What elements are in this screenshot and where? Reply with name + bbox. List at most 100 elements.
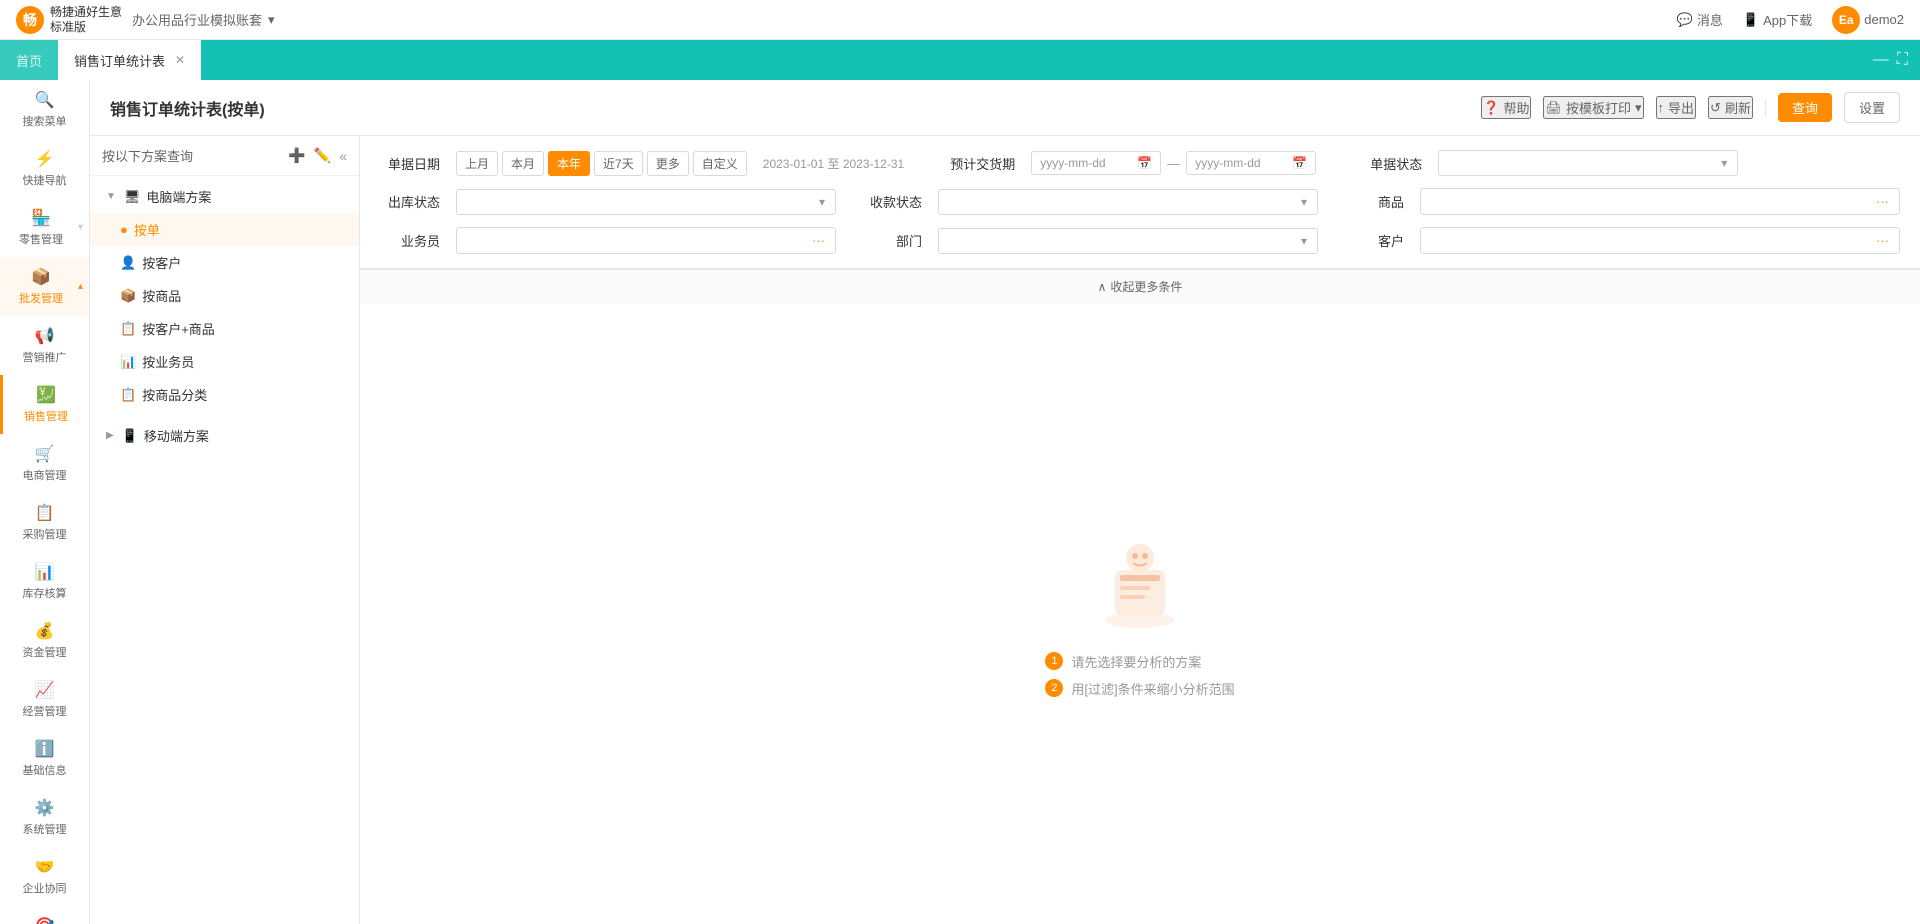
message-button[interactable]: 💬 消息 — [1677, 10, 1723, 29]
payment-status-label: 收款状态 — [862, 192, 922, 211]
department-label: 部门 — [862, 231, 922, 250]
refresh-button[interactable]: ↺ 刷新 — [1708, 96, 1753, 119]
refresh-icon: ↺ — [1710, 100, 1721, 116]
finance-icon: 💰 — [35, 621, 55, 641]
edit-scheme-button[interactable]: ✏️ — [314, 147, 331, 164]
product-label: 商品 — [1344, 192, 1404, 211]
sidebar-item-guide[interactable]: 🎯 新手引导 — [0, 906, 89, 924]
sidebar: 🔍 搜索菜单 ⚡ 快捷导航 🏪 零售管理 ▾ 📦 批发管理 ▴ 📢 营销推广 — [0, 80, 90, 924]
sidebar-item-cooperation[interactable]: 🤝 企业协同 — [0, 847, 89, 906]
sidebar-item-search-menu[interactable]: 🔍 搜索菜单 — [0, 80, 89, 139]
tree-node-by-customer[interactable]: 👤 按客户 — [90, 246, 359, 279]
user-area[interactable]: Ea demo2 — [1832, 6, 1904, 34]
tree-toggle-icon: ▼ — [106, 191, 116, 202]
sidebar-item-finance[interactable]: 💰 资金管理 — [0, 611, 89, 670]
tab-bar-actions: — ⛶ — [1873, 51, 1920, 69]
export-button[interactable]: ↑ 导出 — [1656, 96, 1697, 119]
collapse-bar[interactable]: ∧ 收起更多条件 — [360, 269, 1920, 303]
sidebar-item-system[interactable]: ⚙️ 系统管理 — [0, 788, 89, 847]
guide-icon: 🎯 — [35, 916, 55, 924]
logo-text: 畅捷通好生意 标准版 — [50, 5, 122, 34]
template-print-button[interactable]: 🖨 按模板打印 ▾ — [1543, 96, 1643, 119]
add-scheme-button[interactable]: ➕ — [288, 147, 305, 164]
sidebar-item-marketing[interactable]: 📢 营销推广 — [0, 316, 89, 375]
quick-nav-icon: ⚡ — [35, 149, 55, 169]
desktop-schemes-section: ▼ 🖥 电脑端方案 ● 按单 👤 按客户 📦 按商品 — [90, 176, 359, 415]
department-select[interactable]: ▾ — [938, 228, 1318, 254]
date-end-input[interactable]: yyyy-mm-dd 📅 — [1186, 151, 1316, 175]
salesperson-input[interactable]: ··· — [456, 227, 836, 254]
tree-node-by-product-category[interactable]: 📋 按商品分类 — [90, 378, 359, 411]
last-month-btn[interactable]: 上月 — [456, 151, 498, 176]
help-button[interactable]: ❓ 帮助 — [1481, 96, 1531, 119]
status-select[interactable]: ▾ — [1438, 150, 1738, 176]
query-button[interactable]: 查询 — [1778, 93, 1832, 122]
sidebar-item-operation[interactable]: 📈 经营管理 — [0, 670, 89, 729]
collapse-panel-button[interactable]: « — [339, 148, 347, 164]
tree-mobile-toggle-icon: ▶ — [106, 430, 114, 441]
message-icon: 💬 — [1677, 12, 1693, 28]
delivery-status-select[interactable]: ▾ — [456, 189, 836, 215]
this-year-btn[interactable]: 本年 — [548, 151, 590, 176]
delivery-status-label: 出库状态 — [380, 192, 440, 211]
tree-node-by-salesperson[interactable]: 📊 按业务员 — [90, 345, 359, 378]
product-input[interactable]: ··· — [1420, 188, 1900, 215]
empty-state: 1 请先选择要分析的方案 2 用[过滤]条件来缩小分析范围 — [360, 303, 1920, 924]
tree-node-by-product[interactable]: 📦 按商品 — [90, 279, 359, 312]
divider — [1765, 100, 1766, 116]
last-7-days-btn[interactable]: 近7天 — [594, 151, 643, 176]
app-download-button[interactable]: 📱 App下载 — [1743, 10, 1812, 29]
right-area: 单据日期 上月 本月 本年 近7天 更多 自定义 2023-01-01 至 20… — [360, 136, 1920, 924]
logo-area: 畅 畅捷通好生意 标准版 — [16, 5, 122, 34]
page-header: 销售订单统计表(按单) ❓ 帮助 🖨 按模板打印 ▾ ↑ 导出 ↺ 刷新 — [90, 80, 1920, 136]
more-btn[interactable]: 更多 — [647, 151, 689, 176]
mobile-icon: 📱 — [122, 428, 138, 444]
system-icon: ⚙️ — [35, 798, 55, 818]
print-dropdown-icon: ▾ — [1635, 100, 1642, 116]
settings-button[interactable]: 设置 — [1844, 92, 1900, 123]
cooperation-icon: 🤝 — [35, 857, 55, 877]
payment-select-arrow: ▾ — [1301, 195, 1307, 209]
wholesale-icon: 📦 — [31, 267, 51, 287]
date-separator: — — [1167, 156, 1180, 171]
sidebar-item-wholesale[interactable]: 📦 批发管理 ▴ — [0, 257, 89, 316]
tree-node-desktop[interactable]: ▼ 🖥 电脑端方案 — [90, 180, 359, 213]
marketing-icon: 📢 — [35, 326, 55, 346]
customer-product-icon: 📋 — [120, 321, 136, 337]
sidebar-item-purchase[interactable]: 📋 采购管理 — [0, 493, 89, 552]
sidebar-item-sales[interactable]: 💹 销售管理 — [0, 375, 89, 434]
sidebar-item-basic[interactable]: ℹ️ 基础信息 — [0, 729, 89, 788]
tab-order-stats[interactable]: 销售订单统计表 ✕ — [58, 40, 201, 80]
left-panel: 按以下方案查询 ➕ ✏️ « ▼ 🖥 电脑端方案 ● — [90, 136, 360, 924]
sidebar-item-ecommerce[interactable]: 🛒 电商管理 — [0, 434, 89, 493]
sales-icon: 💹 — [36, 385, 56, 405]
expected-date-label: 预计交货期 — [950, 154, 1015, 173]
empty-tip-1: 1 请先选择要分析的方案 — [1045, 652, 1234, 671]
breadcrumb-dropdown[interactable]: ▾ — [268, 12, 275, 28]
this-month-btn[interactable]: 本月 — [502, 151, 544, 176]
customer-input[interactable]: ··· — [1420, 227, 1900, 254]
tip-num-1: 1 — [1045, 652, 1063, 670]
tab-maximize-button[interactable]: ⛶ — [1897, 51, 1908, 69]
page-area: 销售订单统计表(按单) ❓ 帮助 🖨 按模板打印 ▾ ↑ 导出 ↺ 刷新 — [90, 80, 1920, 924]
tree-node-by-customer-product[interactable]: 📋 按客户+商品 — [90, 312, 359, 345]
sidebar-item-inventory[interactable]: 📊 库存核算 — [0, 552, 89, 611]
tab-minimize-button[interactable]: — — [1873, 51, 1889, 69]
page-title: 销售订单统计表(按单) — [110, 96, 265, 132]
sidebar-item-retail[interactable]: 🏪 零售管理 ▾ — [0, 198, 89, 257]
tab-close-icon[interactable]: ✕ — [175, 53, 185, 67]
calendar-end-icon: 📅 — [1292, 156, 1307, 170]
top-bar: 畅 畅捷通好生意 标准版 办公用品行业模拟账套 ▾ 💬 消息 📱 App下载 E… — [0, 0, 1920, 40]
payment-status-select[interactable]: ▾ — [938, 189, 1318, 215]
status-label: 单据状态 — [1362, 154, 1422, 173]
tab-home[interactable]: 首页 — [0, 40, 58, 80]
sidebar-item-quick-nav[interactable]: ⚡ 快捷导航 — [0, 139, 89, 198]
custom-btn[interactable]: 自定义 — [693, 151, 747, 176]
left-panel-header: 按以下方案查询 ➕ ✏️ « — [90, 136, 359, 176]
inventory-icon: 📊 — [35, 562, 55, 582]
tree-node-mobile[interactable]: ▶ 📱 移动端方案 — [90, 419, 359, 452]
tree-node-by-order[interactable]: ● 按单 — [90, 213, 359, 246]
date-input-group: yyyy-mm-dd 📅 — yyyy-mm-dd 📅 — [1031, 151, 1316, 175]
date-start-input[interactable]: yyyy-mm-dd 📅 — [1031, 151, 1161, 175]
date-quick-buttons: 上月 本月 本年 近7天 更多 自定义 — [456, 151, 747, 176]
